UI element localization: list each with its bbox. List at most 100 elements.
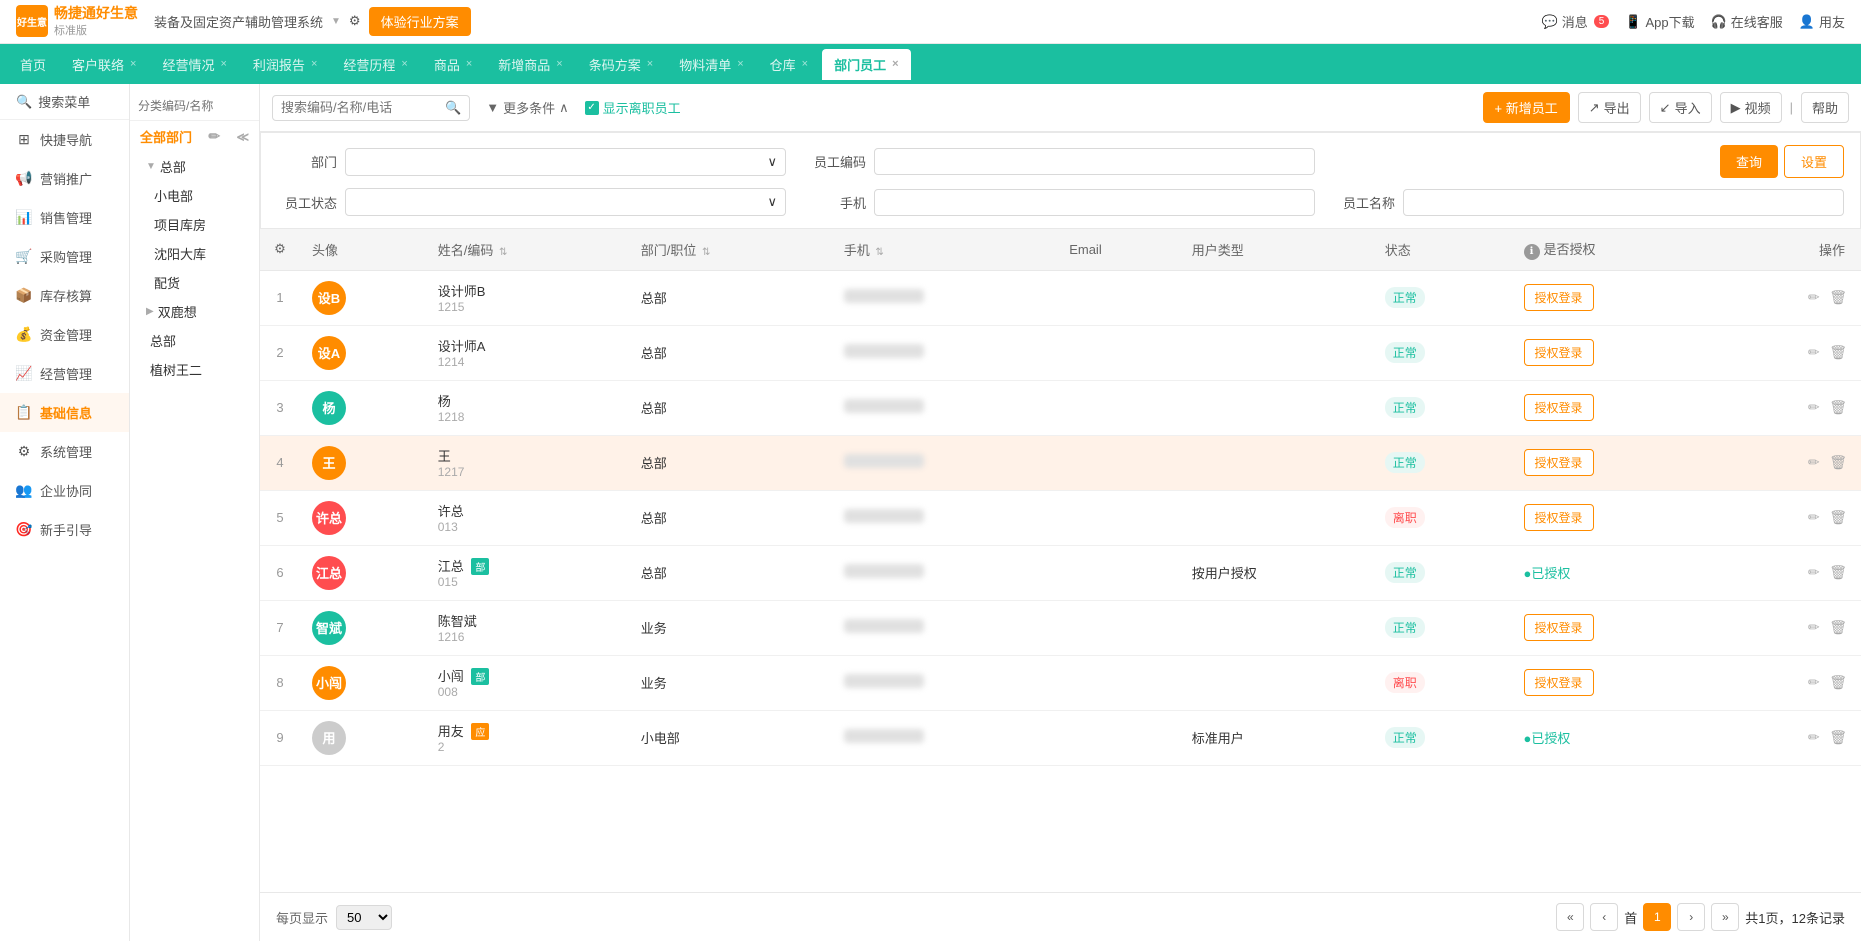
emp-code-input[interactable] xyxy=(874,148,1315,175)
gear-icon[interactable]: ⚙ xyxy=(349,13,361,29)
delete-btn[interactable]: 🗑 xyxy=(1829,509,1847,525)
user-btn[interactable]: 👤 用友 xyxy=(1799,12,1845,31)
dept-item-headquarter[interactable]: ▼ 总部 xyxy=(130,152,259,181)
nav-tab-首页[interactable]: 首页 xyxy=(8,49,58,80)
col-phone[interactable]: 手机 ⇅ xyxy=(832,229,1057,270)
message-btn[interactable]: 💬 消息 5 xyxy=(1542,12,1610,31)
online-service-btn[interactable]: 🎧 在线客服 xyxy=(1711,12,1783,31)
add-employee-btn[interactable]: + 新增员工 xyxy=(1483,92,1570,123)
reset-btn[interactable]: 设置 xyxy=(1784,145,1844,178)
col-name[interactable]: 姓名/编码 ⇅ xyxy=(426,229,629,270)
dept-item-shenyang[interactable]: 沈阳大库 xyxy=(130,239,259,268)
sidebar-item-快捷导航[interactable]: ⊞快捷导航 xyxy=(0,120,129,159)
sidebar-item-销售管理[interactable]: 📊销售管理 xyxy=(0,198,129,237)
more-filter-btn[interactable]: ▼ 更多条件 ∧ xyxy=(478,94,576,121)
nav-tab-新增商品[interactable]: 新增商品 × xyxy=(486,49,574,80)
dept-filter-select[interactable]: ∨ xyxy=(345,148,786,176)
nav-tab-利润报告[interactable]: 利润报告 × xyxy=(241,49,329,80)
edit-btn[interactable]: ✏ xyxy=(1808,729,1820,745)
tab-close-icon[interactable]: × xyxy=(311,58,317,70)
tab-close-icon[interactable]: × xyxy=(466,58,472,70)
delete-btn[interactable]: 🗑 xyxy=(1829,729,1847,745)
dept-item-xiaodian[interactable]: 小电部 xyxy=(130,181,259,210)
nav-tab-客户联络[interactable]: 客户联络 × xyxy=(60,49,148,80)
last-page-btn[interactable]: » xyxy=(1711,903,1739,931)
nav-tab-部门员工[interactable]: 部门员工 × xyxy=(822,49,910,80)
sidebar-item-基础信息[interactable]: 📋基础信息 xyxy=(0,393,129,432)
edit-btn[interactable]: ✏ xyxy=(1808,344,1820,360)
experience-btn[interactable]: 体验行业方案 xyxy=(369,7,471,36)
auth-info-icon[interactable]: ℹ xyxy=(1524,244,1540,260)
prev-page-btn[interactable]: ‹ xyxy=(1590,903,1618,931)
delete-btn[interactable]: 🗑 xyxy=(1829,289,1847,305)
nav-tab-物料清单[interactable]: 物料清单 × xyxy=(667,49,755,80)
tab-close-icon[interactable]: × xyxy=(647,58,653,70)
col-settings[interactable]: ⚙ xyxy=(260,229,300,270)
sidebar-item-采购管理[interactable]: 🛒采购管理 xyxy=(0,237,129,276)
tab-close-icon[interactable]: × xyxy=(892,58,898,70)
edit-icon[interactable]: ✏ xyxy=(208,128,220,145)
tab-close-icon[interactable]: × xyxy=(802,58,808,70)
nav-tab-经营历程[interactable]: 经营历程 × xyxy=(331,49,419,80)
auth-login-btn[interactable]: 授权登录 xyxy=(1524,339,1594,366)
edit-btn[interactable]: ✏ xyxy=(1808,289,1820,305)
sidebar-item-新手引导[interactable]: 🎯新手引导 xyxy=(0,510,129,549)
dept-item-xiangmu[interactable]: 项目库房 xyxy=(130,210,259,239)
sidebar-item-营销推广[interactable]: 📢营销推广 xyxy=(0,159,129,198)
tab-close-icon[interactable]: × xyxy=(130,58,136,70)
employee-search-box[interactable]: 🔍 xyxy=(272,95,470,121)
emp-name-input[interactable] xyxy=(1403,189,1844,216)
delete-btn[interactable]: 🗑 xyxy=(1829,344,1847,360)
auth-login-btn[interactable]: 授权登录 xyxy=(1524,449,1594,476)
emp-status-select[interactable]: ∨ xyxy=(345,188,786,216)
col-dept[interactable]: 部门/职位 ⇅ xyxy=(629,229,832,270)
sidebar-item-库存核算[interactable]: 📦库存核算 xyxy=(0,276,129,315)
edit-btn[interactable]: ✏ xyxy=(1808,399,1820,415)
dept-search-box[interactable]: 🔍 xyxy=(130,92,259,121)
auth-login-btn[interactable]: 授权登录 xyxy=(1524,504,1594,531)
edit-btn[interactable]: ✏ xyxy=(1808,564,1820,580)
show-resigned-toggle[interactable]: ✓ 显示离职员工 xyxy=(585,98,681,117)
dept-item-peihuo[interactable]: 配货 xyxy=(130,268,259,297)
search-menu-item[interactable]: 🔍 搜索菜单 xyxy=(0,84,129,120)
tab-close-icon[interactable]: × xyxy=(220,58,226,70)
view-btn[interactable]: ▶ 视频 xyxy=(1720,92,1782,123)
sidebar-item-企业协同[interactable]: 👥企业协同 xyxy=(0,471,129,510)
nav-tab-仓库[interactable]: 仓库 × xyxy=(758,49,820,80)
phone-input[interactable] xyxy=(874,189,1315,216)
sidebar-item-系统管理[interactable]: ⚙系统管理 xyxy=(0,432,129,471)
per-page-select[interactable]: 50 100 200 xyxy=(336,905,392,930)
edit-btn[interactable]: ✏ xyxy=(1808,509,1820,525)
tab-close-icon[interactable]: × xyxy=(737,58,743,70)
delete-btn[interactable]: 🗑 xyxy=(1829,619,1847,635)
tab-close-icon[interactable]: × xyxy=(401,58,407,70)
export-btn[interactable]: ↗ 导出 xyxy=(1578,92,1641,123)
auth-login-btn[interactable]: 授权登录 xyxy=(1524,669,1594,696)
sidebar-item-经营管理[interactable]: 📈经营管理 xyxy=(0,354,129,393)
auth-login-btn[interactable]: 授权登录 xyxy=(1524,394,1594,421)
edit-btn[interactable]: ✏ xyxy=(1808,619,1820,635)
employee-search-input[interactable] xyxy=(281,100,441,115)
edit-btn[interactable]: ✏ xyxy=(1808,454,1820,470)
import-btn[interactable]: ↙ 导入 xyxy=(1649,92,1712,123)
dept-item-shuanglu[interactable]: ▶ 双鹿想 xyxy=(130,297,259,326)
nav-tab-条码方案[interactable]: 条码方案 × xyxy=(577,49,665,80)
delete-btn[interactable]: 🗑 xyxy=(1829,564,1847,580)
collapse-icon[interactable]: ≪ xyxy=(236,130,249,144)
first-page-btn[interactable]: « xyxy=(1556,903,1584,931)
dept-item-zongbu[interactable]: 总部 xyxy=(130,326,259,355)
nav-tab-商品[interactable]: 商品 × xyxy=(422,49,484,80)
nav-tab-经营情况[interactable]: 经营情况 × xyxy=(150,49,238,80)
help-btn[interactable]: 帮助 xyxy=(1801,92,1849,123)
edit-btn[interactable]: ✏ xyxy=(1808,674,1820,690)
current-page-btn[interactable]: 1 xyxy=(1643,903,1671,931)
sidebar-item-资金管理[interactable]: 💰资金管理 xyxy=(0,315,129,354)
auth-login-btn[interactable]: 授权登录 xyxy=(1524,614,1594,641)
app-download-btn[interactable]: 📱 App下载 xyxy=(1625,12,1694,31)
next-page-btn[interactable]: › xyxy=(1677,903,1705,931)
query-btn[interactable]: 查询 xyxy=(1720,145,1778,178)
auth-login-btn[interactable]: 授权登录 xyxy=(1524,284,1594,311)
delete-btn[interactable]: 🗑 xyxy=(1829,674,1847,690)
system-dropdown-icon[interactable]: ▼ xyxy=(331,16,341,27)
delete-btn[interactable]: 🗑 xyxy=(1829,399,1847,415)
